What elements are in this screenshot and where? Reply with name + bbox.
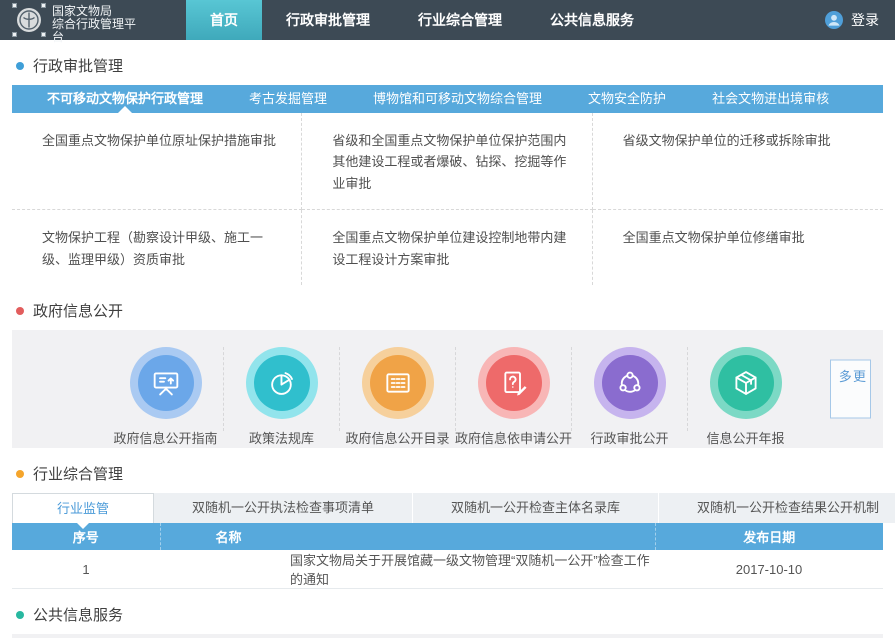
emblem-icon bbox=[16, 7, 42, 33]
bullet-dot bbox=[16, 62, 24, 70]
govinfo-approval-disclosure[interactable]: 行政审批公开 bbox=[572, 347, 687, 447]
table-row: 1 国家文物局关于开展馆藏一级文物管理“双随机一公开”检查工作的通知 2017-… bbox=[12, 550, 883, 589]
section-administrative-approval: 行政审批管理 不可移动文物保护行政管理 考古发掘管理 博物馆和可移动文物综合管理… bbox=[12, 55, 883, 285]
login-label: 登录 bbox=[851, 10, 879, 30]
icon-ring bbox=[362, 347, 434, 419]
icon-ring bbox=[130, 347, 202, 419]
selection-handle bbox=[12, 32, 17, 37]
tab-relics-security[interactable]: 文物安全防护 bbox=[565, 85, 689, 113]
section-title-industry: 行业综合管理 bbox=[16, 463, 879, 484]
cell-date: 2017-10-10 bbox=[655, 550, 883, 589]
icon-label: 政府信息依申请公开 bbox=[455, 428, 572, 447]
cube-icon bbox=[718, 355, 774, 411]
section-title-approval: 行政审批管理 bbox=[16, 55, 879, 76]
icon-label: 政策法规库 bbox=[249, 428, 314, 447]
section-public-info-service: 公共信息服务 不可移动文物信息 可移动文物信息 ⌂ 中国的世界遗产 bbox=[12, 604, 883, 638]
tab-inspection-subject-registry[interactable]: 双随机一公开检查主体名录库 bbox=[413, 493, 659, 523]
icon-label: 行政审批公开 bbox=[590, 428, 668, 447]
industry-tab-bar: 行业监管 双随机一公开执法检查事项清单 双随机一公开检查主体名录库 双随机一公开… bbox=[12, 493, 883, 523]
bullet-dot bbox=[16, 611, 24, 619]
presentation-board-icon bbox=[138, 355, 194, 411]
site-title-line2: 综合行政管理平台 bbox=[52, 18, 144, 44]
column-header-date: 发布日期 bbox=[655, 523, 883, 550]
govinfo-annual-report[interactable]: 信息公开年报 bbox=[688, 347, 803, 447]
tab-industry-supervision[interactable]: 行业监管 bbox=[12, 493, 154, 523]
request-doc-icon bbox=[486, 355, 542, 411]
section-industry-management: 行业综合管理 行业监管 双随机一公开执法检查事项清单 双随机一公开检查主体名录库… bbox=[12, 463, 883, 589]
tab-museum-movable-relics[interactable]: 博物馆和可移动文物综合管理 bbox=[350, 85, 565, 113]
nav-home[interactable]: 首页 bbox=[186, 0, 262, 40]
page: 国家文物局 综合行政管理平台 首页 行政审批管理 行业综合管理 公共信息服务 登… bbox=[0, 0, 895, 638]
section-title-text: 政府信息公开 bbox=[33, 300, 123, 321]
tab-inspection-result-mechanism[interactable]: 双随机一公开检查结果公开机制 bbox=[659, 493, 895, 523]
govinfo-guide[interactable]: 政府信息公开指南 bbox=[108, 347, 223, 447]
govinfo-policy-library[interactable]: 政策法规库 bbox=[224, 347, 339, 447]
nav-industry-management[interactable]: 行业综合管理 bbox=[394, 0, 526, 40]
section-title-gov-info: 政府信息公开 bbox=[16, 300, 879, 321]
more-button[interactable]: 更多 bbox=[830, 360, 871, 419]
tab-immovable-relics-admin[interactable]: 不可移动文物保护行政管理 bbox=[24, 85, 226, 113]
tab-inspection-item-list[interactable]: 双随机一公开执法检查事项清单 bbox=[154, 493, 413, 523]
approval-grid: 全国重点文物保护单位原址保护措施审批 省级和全国重点文物保护单位保护范围内其他建… bbox=[12, 113, 883, 285]
icon-ring bbox=[478, 347, 550, 419]
bullet-dot bbox=[16, 307, 24, 315]
approval-item[interactable]: 全国重点文物保护单位原址保护措施审批 bbox=[12, 113, 302, 210]
user-icon bbox=[824, 10, 844, 30]
tab-entry-exit-review[interactable]: 社会文物进出境审核 bbox=[689, 85, 852, 113]
section-title-text: 行业综合管理 bbox=[33, 463, 123, 484]
icon-label: 政府信息公开目录 bbox=[345, 428, 449, 447]
govinfo-catalog[interactable]: 政府信息公开目录 bbox=[340, 347, 455, 447]
icon-label: 信息公开年报 bbox=[706, 428, 784, 447]
catalog-grid-icon bbox=[370, 355, 426, 411]
selection-handle bbox=[12, 3, 17, 8]
approval-tab-bar: 不可移动文物保护行政管理 考古发掘管理 博物馆和可移动文物综合管理 文物安全防护… bbox=[12, 85, 883, 113]
icon-ring bbox=[246, 347, 318, 419]
icon-label: 政府信息公开指南 bbox=[113, 428, 217, 447]
approval-item[interactable]: 全国重点文物保护单位建设控制地带内建设工程设计方案审批 bbox=[302, 210, 592, 285]
selection-handle bbox=[41, 32, 46, 37]
top-nav: 首页 行政审批管理 行业综合管理 公共信息服务 bbox=[186, 0, 658, 40]
active-tab-notch bbox=[77, 523, 89, 529]
main-content: 行政审批管理 不可移动文物保护行政管理 考古发掘管理 博物馆和可移动文物综合管理… bbox=[0, 55, 895, 638]
cell-notice-link[interactable]: 国家文物局关于开展馆藏一级文物管理“双随机一公开”检查工作的通知 bbox=[160, 550, 655, 589]
login-button[interactable]: 登录 bbox=[824, 0, 879, 40]
site-logo bbox=[14, 5, 44, 35]
bullet-dot bbox=[16, 470, 24, 478]
nav-public-info-service[interactable]: 公共信息服务 bbox=[526, 0, 658, 40]
approval-item[interactable]: 省级文物保护单位的迁移或拆除审批 bbox=[593, 113, 883, 210]
tab-archaeology-management[interactable]: 考古发掘管理 bbox=[226, 85, 350, 113]
approval-item[interactable]: 省级和全国重点文物保护单位保护范围内其他建设工程或者爆破、钻探、挖掘等作业审批 bbox=[302, 113, 592, 210]
pie-chart-icon bbox=[254, 355, 310, 411]
icon-ring bbox=[710, 347, 782, 419]
approval-item[interactable]: 文物保护工程（勘察设计甲级、施工一级、监理甲级）资质审批 bbox=[12, 210, 302, 285]
share-network-icon bbox=[602, 355, 658, 411]
nav-administrative-approval[interactable]: 行政审批管理 bbox=[262, 0, 394, 40]
section-title-text: 公共信息服务 bbox=[33, 604, 123, 625]
cell-no: 1 bbox=[12, 550, 160, 589]
selection-handle bbox=[41, 3, 46, 8]
tab-label: 行业监管 bbox=[57, 501, 109, 516]
tab-label: 不可移动文物保护行政管理 bbox=[47, 91, 203, 106]
active-tab-notch bbox=[118, 106, 132, 113]
top-header: 国家文物局 综合行政管理平台 首页 行政审批管理 行业综合管理 公共信息服务 登… bbox=[0, 0, 895, 40]
section-title-public-service: 公共信息服务 bbox=[16, 604, 879, 625]
public-service-panel: 不可移动文物信息 可移动文物信息 ⌂ 中国的世界遗产 ★ 全国重点文物保护单位 bbox=[12, 634, 883, 638]
gov-info-panel: 政府信息公开指南 政策法规库 bbox=[12, 330, 883, 448]
govinfo-by-request[interactable]: 政府信息依申请公开 bbox=[456, 347, 571, 447]
table-header: 序号 名称 发布日期 bbox=[12, 523, 883, 550]
approval-item[interactable]: 全国重点文物保护单位修缮审批 bbox=[593, 210, 883, 285]
site-title: 国家文物局 综合行政管理平台 bbox=[52, 0, 144, 40]
section-gov-info-disclosure: 政府信息公开 政府信息公开指南 bbox=[12, 300, 883, 448]
icon-ring bbox=[594, 347, 666, 419]
industry-table: 序号 名称 发布日期 1 国家文物局关于开展馆藏一级文物管理“双随机一公开”检查… bbox=[12, 523, 883, 589]
column-header-name: 名称 bbox=[160, 523, 655, 550]
section-title-text: 行政审批管理 bbox=[33, 55, 123, 76]
